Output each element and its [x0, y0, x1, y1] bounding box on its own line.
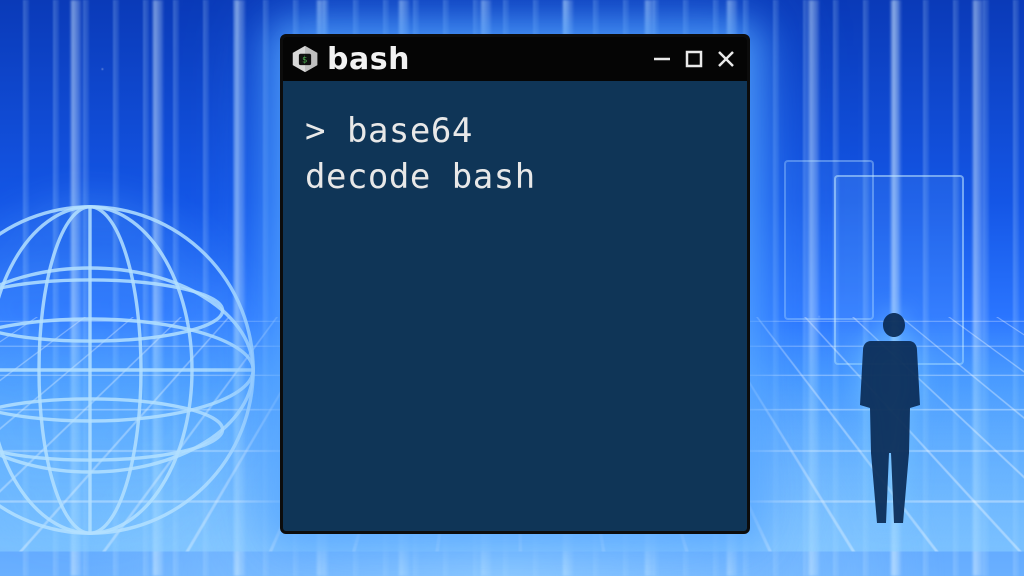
globe-wireframe [0, 200, 260, 540]
command-text: decode bash [305, 157, 536, 197]
window-title: bash [327, 42, 410, 77]
svg-text:$: $ [302, 56, 307, 66]
maximize-button[interactable] [683, 48, 705, 70]
bash-shell-icon: $ [291, 45, 319, 73]
terminal-window: $ bash > base64 decode bash [280, 34, 750, 534]
prompt-symbol: > [305, 111, 326, 151]
terminal-body[interactable]: > base64 decode bash [283, 81, 747, 531]
minimize-button[interactable] [651, 48, 673, 70]
titlebar[interactable]: $ bash [283, 37, 747, 81]
window-controls [651, 48, 737, 70]
close-button[interactable] [715, 48, 737, 70]
command-text: base64 [347, 111, 473, 151]
person-silhouette [859, 313, 929, 528]
